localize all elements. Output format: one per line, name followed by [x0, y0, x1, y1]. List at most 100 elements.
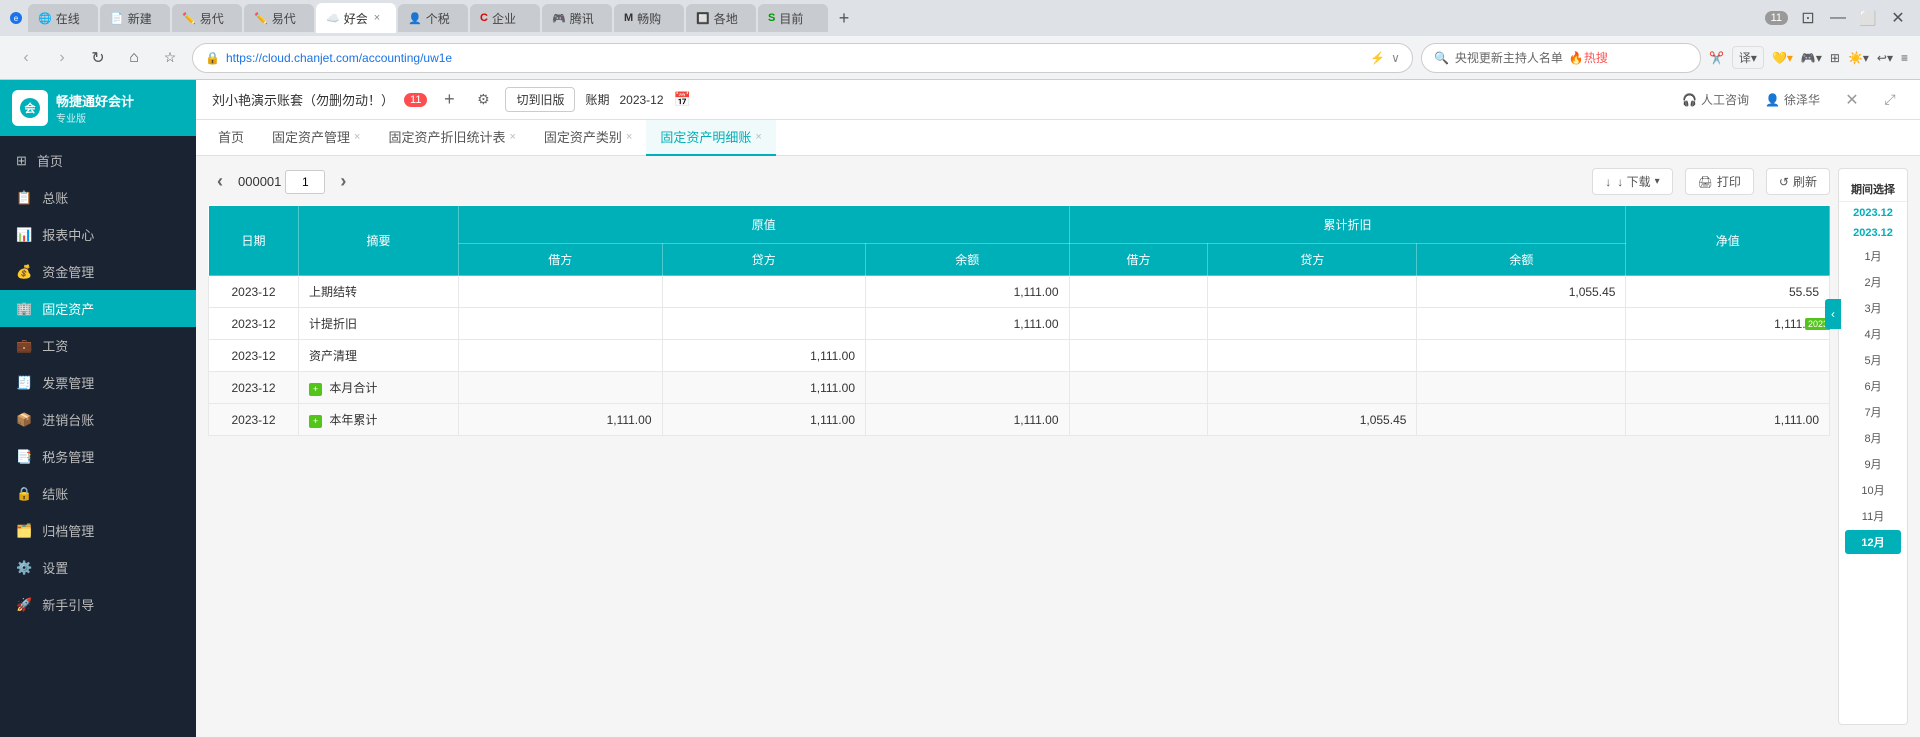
- period-month-2[interactable]: 2月: [1845, 270, 1901, 294]
- page-tab-fixed-assets-mgmt[interactable]: 固定资产管理 ×: [258, 120, 374, 156]
- tab-geshui[interactable]: 👤 个税: [398, 4, 468, 32]
- page-tab-home[interactable]: 首页: [204, 120, 258, 156]
- browser-action-scissors[interactable]: ✂️: [1709, 51, 1724, 65]
- header-settings-btn[interactable]: ⚙: [471, 88, 495, 112]
- window-minimize[interactable]: —: [1824, 4, 1852, 32]
- tab-mubiao[interactable]: S 目前: [758, 4, 828, 32]
- browser-action-game[interactable]: 🎮▾: [1801, 51, 1822, 65]
- row2-date: 2023-12: [209, 308, 299, 340]
- browser-action-theme[interactable]: ☀️▾: [1848, 51, 1869, 65]
- refresh-btn[interactable]: ↺ 刷新: [1766, 168, 1830, 195]
- window-new-tab[interactable]: ⊡: [1794, 4, 1822, 32]
- period-month-11[interactable]: 11月: [1845, 504, 1901, 528]
- sidebar-item-ledger[interactable]: 📋 总账: [0, 179, 196, 216]
- nav-refresh[interactable]: ↻: [84, 44, 112, 72]
- headset-icon: 🎧: [1682, 93, 1697, 107]
- sidebar-item-archive[interactable]: 🗂️ 归档管理: [0, 512, 196, 549]
- app-window-close[interactable]: ✕: [1838, 86, 1866, 114]
- tab-haohui-active[interactable]: ☁️ 好会 ×: [316, 3, 396, 33]
- tab-online[interactable]: 🌐 在线: [28, 4, 98, 32]
- nav-bookmark[interactable]: ☆: [156, 44, 184, 72]
- sidebar-nav: ⊞ 首页 📋 总账 📊 报表中心 💰 资金管理 🏢 固定资产 💼 工资: [0, 136, 196, 737]
- search-bar[interactable]: 🔍 央视更新主持人名单 🔥热搜: [1421, 43, 1701, 73]
- sidebar-item-closing[interactable]: 🔒 结账: [0, 475, 196, 512]
- header-add-btn[interactable]: +: [437, 88, 461, 112]
- browser-action-grid[interactable]: ⊞: [1830, 51, 1840, 65]
- row4-orig-balance: [866, 372, 1070, 404]
- page-tab-detail-active[interactable]: 固定资产明细账 ×: [646, 120, 775, 156]
- app-header: 刘小艳演示账套（勿删勿动！） 11 + ⚙ 切到旧版 账期 2023-12 📅 …: [196, 80, 1920, 120]
- sidebar-item-funds[interactable]: 💰 资金管理: [0, 253, 196, 290]
- page-tab-depreciation[interactable]: 固定资产折旧统计表 ×: [374, 120, 529, 156]
- download-btn[interactable]: ↓ ↓ 下载 ▾: [1592, 168, 1672, 195]
- tab-close-3[interactable]: ×: [626, 131, 632, 143]
- switch-version-btn[interactable]: 切到旧版: [505, 87, 575, 112]
- expand-left-btn[interactable]: ‹: [1825, 299, 1841, 329]
- period-month-8[interactable]: 8月: [1845, 426, 1901, 450]
- period-month-1[interactable]: 1月: [1845, 244, 1901, 268]
- tab-qiye[interactable]: C 企业: [470, 4, 540, 32]
- row3-summary: 资产清理: [299, 340, 459, 372]
- col-dep-credit: 贷方: [1208, 244, 1417, 276]
- print-btn[interactable]: 🖨 打印: [1685, 168, 1754, 195]
- prev-page-btn[interactable]: ‹: [208, 170, 232, 194]
- settings-icon: ⚙️: [16, 560, 32, 576]
- page-number-input[interactable]: [285, 170, 325, 194]
- period-year-end[interactable]: 2023.12: [1850, 224, 1896, 242]
- period-month-7[interactable]: 7月: [1845, 400, 1901, 424]
- browser-action-wallet[interactable]: 💛▾: [1772, 51, 1793, 65]
- fixed-assets-icon: 🏢: [16, 301, 32, 317]
- sidebar-item-guide[interactable]: 🚀 新手引导: [0, 586, 196, 623]
- sidebar-item-invoice[interactable]: 🧾 发票管理: [0, 364, 196, 401]
- browser-action-history[interactable]: ↩▾: [1877, 51, 1893, 65]
- address-expand-icon[interactable]: ∨: [1391, 51, 1400, 65]
- next-page-btn[interactable]: ›: [331, 170, 355, 194]
- period-month-3[interactable]: 3月: [1845, 296, 1901, 320]
- sidebar-item-inventory[interactable]: 📦 进销台账: [0, 401, 196, 438]
- period-value: 2023-12: [619, 93, 663, 107]
- tab-haohui-close[interactable]: ×: [374, 12, 380, 24]
- page-tab-category[interactable]: 固定资产类别 ×: [530, 120, 646, 156]
- sidebar-logo: 会 畅捷通好会计 专业版: [0, 80, 196, 136]
- period-month-9[interactable]: 9月: [1845, 452, 1901, 476]
- sidebar-item-fixed-assets[interactable]: 🏢 固定资产: [0, 290, 196, 327]
- sidebar-item-home[interactable]: ⊞ 首页: [0, 142, 196, 179]
- sidebar-item-payroll[interactable]: 💼 工资: [0, 327, 196, 364]
- period-month-12-active[interactable]: 12月: [1845, 530, 1901, 554]
- tab-tencent[interactable]: 🎮 腾讯: [542, 4, 612, 32]
- browser-action-menu[interactable]: ≡: [1901, 51, 1908, 65]
- support-btn[interactable]: 🎧 人工咨询: [1682, 91, 1749, 108]
- sidebar-item-tax[interactable]: 📑 税务管理: [0, 438, 196, 475]
- tab-new[interactable]: 📄 新建: [100, 4, 170, 32]
- period-month-10[interactable]: 10月: [1845, 478, 1901, 502]
- period-year-start[interactable]: 2023.12: [1850, 204, 1896, 222]
- tab-close-4[interactable]: ×: [755, 131, 761, 143]
- row3-orig-credit: 1,111.00: [662, 340, 866, 372]
- address-url: https://cloud.chanjet.com/accounting/uw1…: [226, 51, 1364, 65]
- window-close[interactable]: ✕: [1884, 4, 1912, 32]
- sidebar-item-reports[interactable]: 📊 报表中心: [0, 216, 196, 253]
- tab-add-button[interactable]: +: [830, 4, 858, 32]
- row5-summary: + 本年累计: [299, 404, 459, 436]
- nav-home[interactable]: ⌂: [120, 44, 148, 72]
- nav-forward[interactable]: ›: [48, 44, 76, 72]
- period-month-4[interactable]: 4月: [1845, 322, 1901, 346]
- refresh-icon: ↺: [1779, 175, 1789, 189]
- sidebar-item-settings[interactable]: ⚙️ 设置: [0, 549, 196, 586]
- tab-close-2[interactable]: ×: [509, 131, 515, 143]
- period-month-6[interactable]: 6月: [1845, 374, 1901, 398]
- row3-date: 2023-12: [209, 340, 299, 372]
- address-bar[interactable]: 🔒 https://cloud.chanjet.com/accounting/u…: [192, 43, 1413, 73]
- tab-gedi[interactable]: 🔲 各地: [686, 4, 756, 32]
- calendar-icon[interactable]: 📅: [674, 91, 691, 108]
- tab-yidai-2[interactable]: ✏️ 易代: [244, 4, 314, 32]
- tab-chang[interactable]: M 畅购: [614, 4, 684, 32]
- tab-yidai-1[interactable]: ✏️ 易代: [172, 4, 242, 32]
- app-window-maximize[interactable]: ⤢: [1876, 86, 1904, 114]
- user-btn[interactable]: 👤 徐泽华: [1765, 91, 1820, 108]
- tab-close-1[interactable]: ×: [354, 131, 360, 143]
- nav-back[interactable]: ‹: [12, 44, 40, 72]
- window-maximize[interactable]: ⬜: [1854, 4, 1882, 32]
- period-month-5[interactable]: 5月: [1845, 348, 1901, 372]
- browser-action-translate[interactable]: 译▾: [1732, 46, 1764, 69]
